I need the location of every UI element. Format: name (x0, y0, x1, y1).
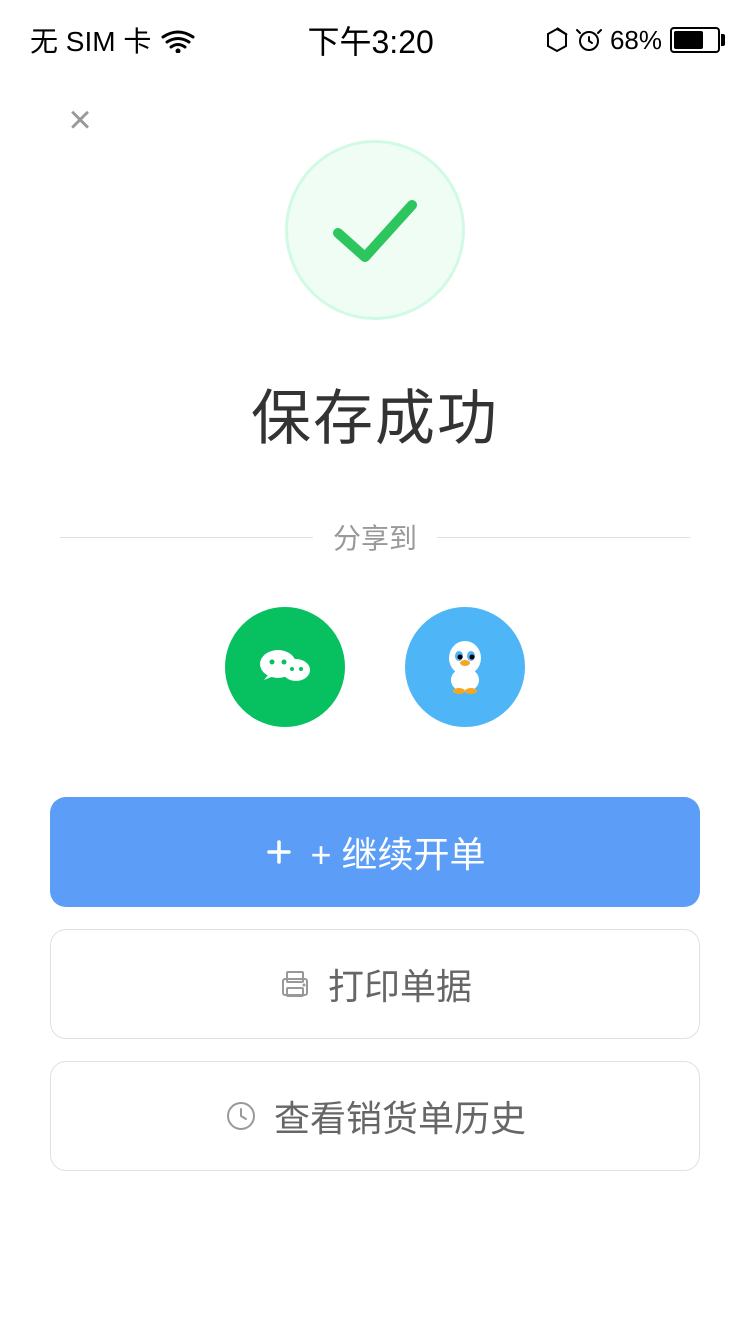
status-left: 无 SIM 卡 (30, 20, 195, 60)
continue-button[interactable]: + 继续开单 (50, 797, 700, 907)
wechat-share-button[interactable] (225, 607, 345, 727)
battery-fill (674, 31, 703, 49)
location-icon (546, 27, 568, 53)
continue-button-label: + 继续开单 (310, 826, 485, 878)
success-circle (285, 140, 465, 320)
battery-icon (670, 27, 720, 53)
divider-right (437, 537, 690, 538)
divider-left (60, 537, 313, 538)
battery-percent: 68% (610, 25, 662, 56)
status-time: 下午3:20 (308, 17, 434, 63)
status-right: 68% (546, 25, 720, 56)
close-icon: × (68, 100, 91, 140)
action-buttons: + 继续开单 打印单据 查看销货单历史 (0, 797, 750, 1171)
qq-icon (430, 632, 500, 702)
no-sim-text: 无 SIM 卡 (30, 20, 151, 60)
wechat-icon (250, 632, 320, 702)
share-divider: 分享到 (0, 517, 750, 557)
history-icon (224, 1099, 258, 1133)
alarm-icon (576, 27, 602, 53)
history-button-label: 查看销货单历史 (274, 1090, 526, 1142)
qq-share-button[interactable] (405, 607, 525, 727)
close-button[interactable]: × (50, 90, 110, 150)
print-button-label: 打印单据 (328, 958, 472, 1010)
share-label: 分享到 (313, 517, 437, 557)
print-icon (278, 967, 312, 1001)
checkmark-icon (330, 195, 420, 265)
history-button[interactable]: 查看销货单历史 (50, 1061, 700, 1171)
plus-icon (264, 837, 294, 867)
print-button[interactable]: 打印单据 (50, 929, 700, 1039)
main-content: 保存成功 分享到 (0, 80, 750, 1171)
status-bar: 无 SIM 卡 下午3:20 68% (0, 0, 750, 80)
share-icons (225, 607, 525, 727)
success-title: 保存成功 (251, 370, 499, 457)
wifi-icon (161, 27, 195, 53)
